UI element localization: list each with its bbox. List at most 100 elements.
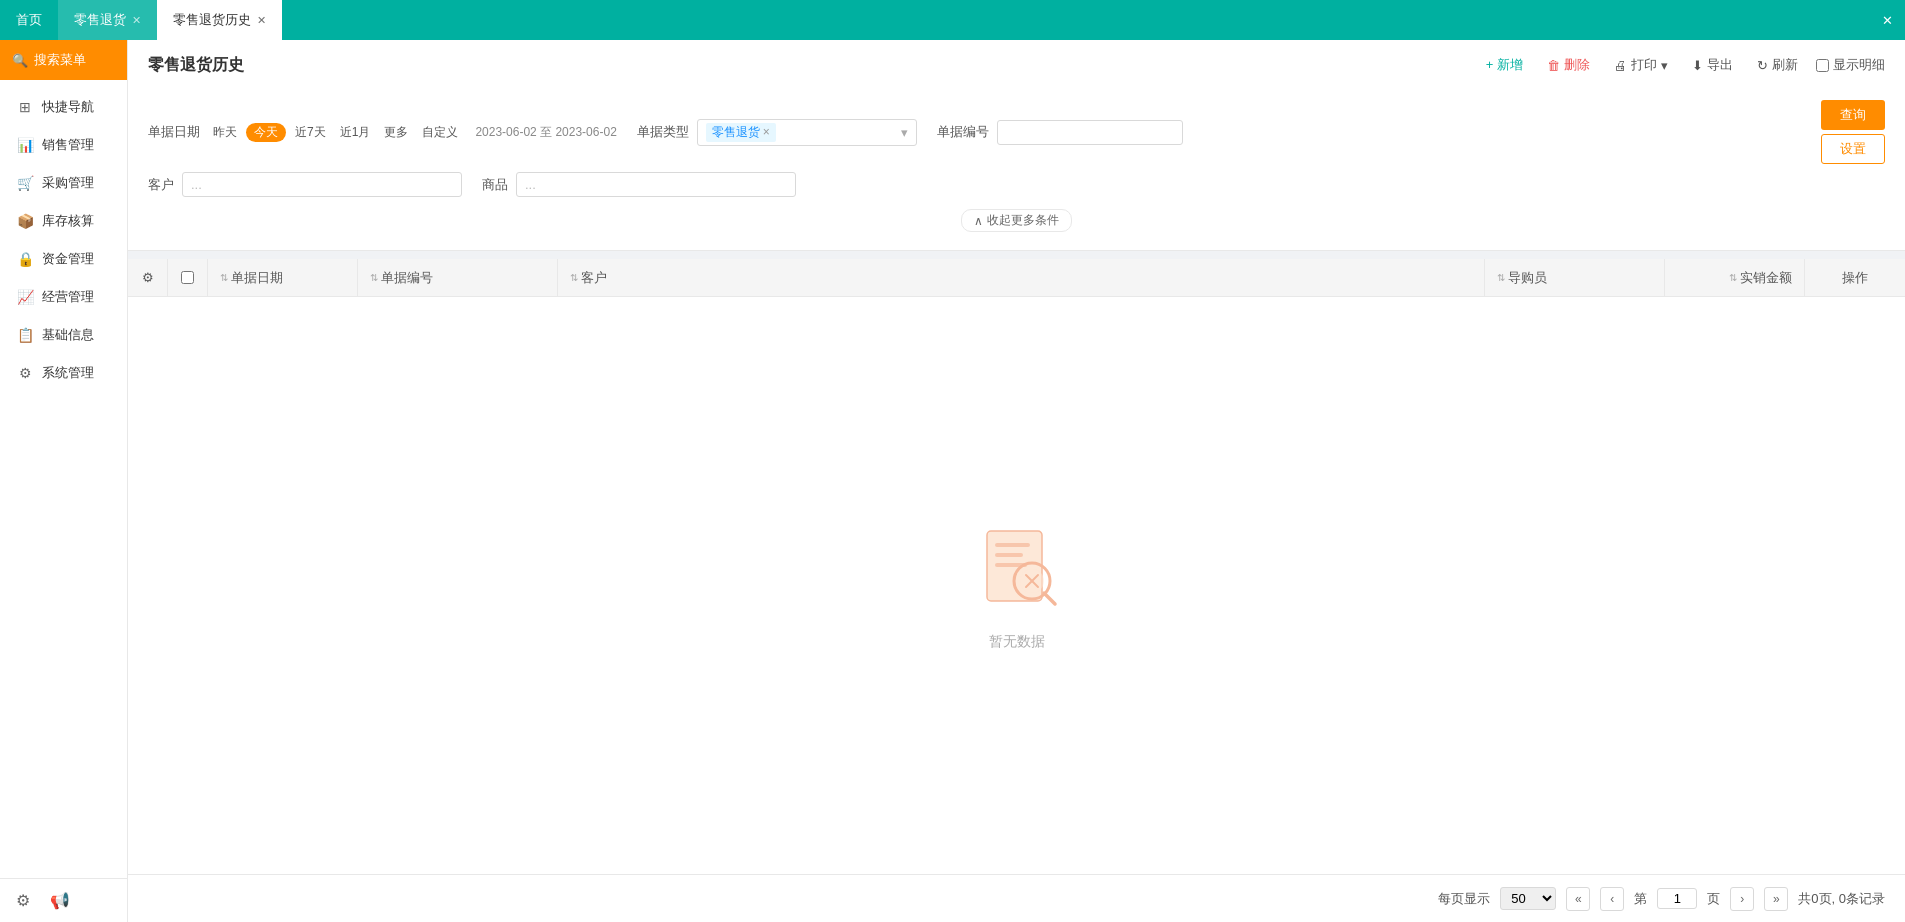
display-toggle[interactable]: 显示明细: [1816, 56, 1885, 74]
tab-home[interactable]: 首页: [0, 0, 58, 40]
system-mgmt-icon: ⚙: [16, 364, 34, 382]
sidebar-speaker-icon[interactable]: 📢: [50, 891, 70, 910]
sidebar-item-purchase-mgmt[interactable]: 🛒 采购管理: [0, 164, 127, 202]
delete-button[interactable]: 🗑 删除: [1541, 52, 1596, 78]
date-range-text: 2023-06-02 至 2023-06-02: [475, 124, 616, 141]
last-page-button[interactable]: »: [1764, 887, 1788, 911]
doc-type-tag-close[interactable]: ×: [763, 125, 770, 139]
doc-type-chevron-icon: ▾: [901, 125, 908, 140]
refresh-button[interactable]: ↻ 刷新: [1751, 52, 1804, 78]
date-btn-1month[interactable]: 近1月: [335, 123, 376, 142]
filter-group-doc-date: 单据日期 昨天 今天 近7天 近1月 更多 自定义 2023-06-02 至 2…: [148, 123, 617, 142]
doc-no-label: 单据编号: [937, 123, 989, 141]
tab-return-history[interactable]: 零售退货历史 ✕: [157, 0, 282, 40]
sidebar-item-finance-label: 资金管理: [42, 250, 94, 268]
date-btn-yesterday[interactable]: 昨天: [208, 123, 242, 142]
set-button[interactable]: 设置: [1821, 134, 1885, 164]
th-ops: 操作: [1805, 259, 1905, 296]
date-btn-more[interactable]: 更多: [379, 123, 413, 142]
th-customer[interactable]: ⇅ 客户: [558, 259, 1485, 296]
sidebar-item-sales-mgmt[interactable]: 📊 销售管理: [0, 126, 127, 164]
date-btn-custom[interactable]: 自定义: [417, 123, 463, 142]
tab-return-history-label: 零售退货历史: [173, 11, 251, 29]
page-label: 第: [1634, 890, 1647, 908]
th-settings[interactable]: ⚙: [128, 259, 168, 296]
per-page-select[interactable]: 10 20 50 100: [1500, 887, 1556, 910]
settings-icon: ⚙: [142, 270, 154, 285]
first-page-button[interactable]: «: [1566, 887, 1590, 911]
sidebar-settings-icon[interactable]: ⚙: [16, 891, 30, 910]
table-header: ⚙ ⇅ 单据日期 ⇅ 单据编号 ⇅ 客户 ⇅: [128, 259, 1905, 297]
th-guide[interactable]: ⇅ 导购员: [1485, 259, 1665, 296]
goods-label: 商品: [482, 176, 508, 194]
svg-line-6: [1044, 593, 1055, 604]
doc-no-input[interactable]: [997, 120, 1183, 145]
filter-area: 单据日期 昨天 今天 近7天 近1月 更多 自定义 2023-06-02 至 2…: [148, 90, 1885, 250]
search-menu-label: 搜索菜单: [34, 51, 86, 69]
filter-row-1: 单据日期 昨天 今天 近7天 近1月 更多 自定义 2023-06-02 至 2…: [148, 100, 1885, 164]
display-toggle-checkbox[interactable]: [1816, 59, 1829, 72]
print-button[interactable]: 🖨 打印 ▾: [1608, 52, 1674, 78]
inventory-icon: 📦: [16, 212, 34, 230]
customer-placeholder: ...: [191, 177, 202, 192]
content-area: 零售退货历史 + 新增 🗑 删除 🖨 打印 ▾ ⬇ 导出: [128, 40, 1905, 922]
search-menu-button[interactable]: 🔍 搜索菜单: [0, 40, 127, 80]
refresh-icon: ↻: [1757, 58, 1768, 73]
tab-return-history-close[interactable]: ✕: [257, 14, 266, 27]
sidebar-item-inventory[interactable]: 📦 库存核算: [0, 202, 127, 240]
sidebar-item-system-mgmt[interactable]: ⚙ 系统管理: [0, 354, 127, 392]
tab-list: 首页 零售退货 ✕ 零售退货历史 ✕: [0, 0, 1882, 40]
prev-page-button[interactable]: ‹: [1600, 887, 1624, 911]
top-bar: 首页 零售退货 ✕ 零售退货历史 ✕ ✕: [0, 0, 1905, 40]
query-button[interactable]: 查询: [1821, 100, 1885, 130]
sidebar-item-basic-info[interactable]: 📋 基础信息: [0, 316, 127, 354]
sort-icon-doc-no: ⇅: [370, 272, 378, 283]
total-info: 共0页, 0条记录: [1798, 890, 1885, 908]
tab-return-close[interactable]: ✕: [132, 14, 141, 27]
tab-return[interactable]: 零售退货 ✕: [58, 0, 157, 40]
sidebar: 🔍 搜索菜单 ⊞ 快捷导航 📊 销售管理 🛒 采购管理 📦 库存核算 🔒: [0, 40, 128, 922]
page-title-row: 零售退货历史 + 新增 🗑 删除 🖨 打印 ▾ ⬇ 导出: [148, 52, 1885, 78]
date-btn-today[interactable]: 今天: [246, 123, 286, 142]
page-title: 零售退货历史: [148, 55, 244, 76]
sidebar-item-inventory-label: 库存核算: [42, 212, 94, 230]
export-button[interactable]: ⬇ 导出: [1686, 52, 1739, 78]
doc-type-select[interactable]: 零售退货 × ▾: [697, 119, 917, 146]
sidebar-item-basic-info-label: 基础信息: [42, 326, 94, 344]
date-btn-7days[interactable]: 近7天: [290, 123, 331, 142]
toolbar: + 新增 🗑 删除 🖨 打印 ▾ ⬇ 导出 ↻: [1480, 52, 1885, 78]
collapse-button[interactable]: ∧ 收起更多条件: [961, 209, 1072, 232]
page-header: 零售退货历史 + 新增 🗑 删除 🖨 打印 ▾ ⬇ 导出: [128, 40, 1905, 251]
tab-return-label: 零售退货: [74, 11, 126, 29]
empty-text: 暂无数据: [989, 633, 1045, 651]
th-doc-no[interactable]: ⇅ 单据编号: [358, 259, 558, 296]
select-all-checkbox[interactable]: [181, 271, 194, 284]
new-button[interactable]: + 新增: [1480, 52, 1529, 78]
filter-group-doc-no: 单据编号: [937, 120, 1183, 145]
tab-home-label: 首页: [16, 11, 42, 29]
sidebar-item-finance[interactable]: 🔒 资金管理: [0, 240, 127, 278]
finance-icon: 🔒: [16, 250, 34, 268]
th-doc-date[interactable]: ⇅ 单据日期: [208, 259, 358, 296]
quick-nav-icon: ⊞: [16, 98, 34, 116]
operations-icon: 📈: [16, 288, 34, 306]
doc-date-label: 单据日期: [148, 123, 200, 141]
date-shortcuts: 昨天 今天 近7天 近1月 更多 自定义: [208, 123, 463, 142]
sidebar-item-quick-nav[interactable]: ⊞ 快捷导航: [0, 88, 127, 126]
th-checkbox[interactable]: [168, 259, 208, 296]
table-container: ⚙ ⇅ 单据日期 ⇅ 单据编号 ⇅ 客户 ⇅: [128, 259, 1905, 874]
sidebar-nav: ⊞ 快捷导航 📊 销售管理 🛒 采购管理 📦 库存核算 🔒 资金管理 📈: [0, 80, 127, 878]
page-number-input[interactable]: [1657, 888, 1697, 909]
main-layout: 🔍 搜索菜单 ⊞ 快捷导航 📊 销售管理 🛒 采购管理 📦 库存核算 🔒: [0, 40, 1905, 922]
th-amount[interactable]: ⇅ 实销金额: [1665, 259, 1805, 296]
next-page-button[interactable]: ›: [1730, 887, 1754, 911]
goods-input[interactable]: ...: [516, 172, 796, 197]
sort-icon-guide: ⇅: [1497, 272, 1505, 283]
empty-state: 暂无数据: [128, 297, 1905, 874]
per-page-label: 每页显示: [1438, 890, 1490, 908]
sort-icon-customer: ⇅: [570, 272, 578, 283]
sidebar-item-operations[interactable]: 📈 经营管理: [0, 278, 127, 316]
sidebar-item-operations-label: 经营管理: [42, 288, 94, 306]
customer-input[interactable]: ...: [182, 172, 462, 197]
window-close[interactable]: ✕: [1882, 13, 1905, 28]
